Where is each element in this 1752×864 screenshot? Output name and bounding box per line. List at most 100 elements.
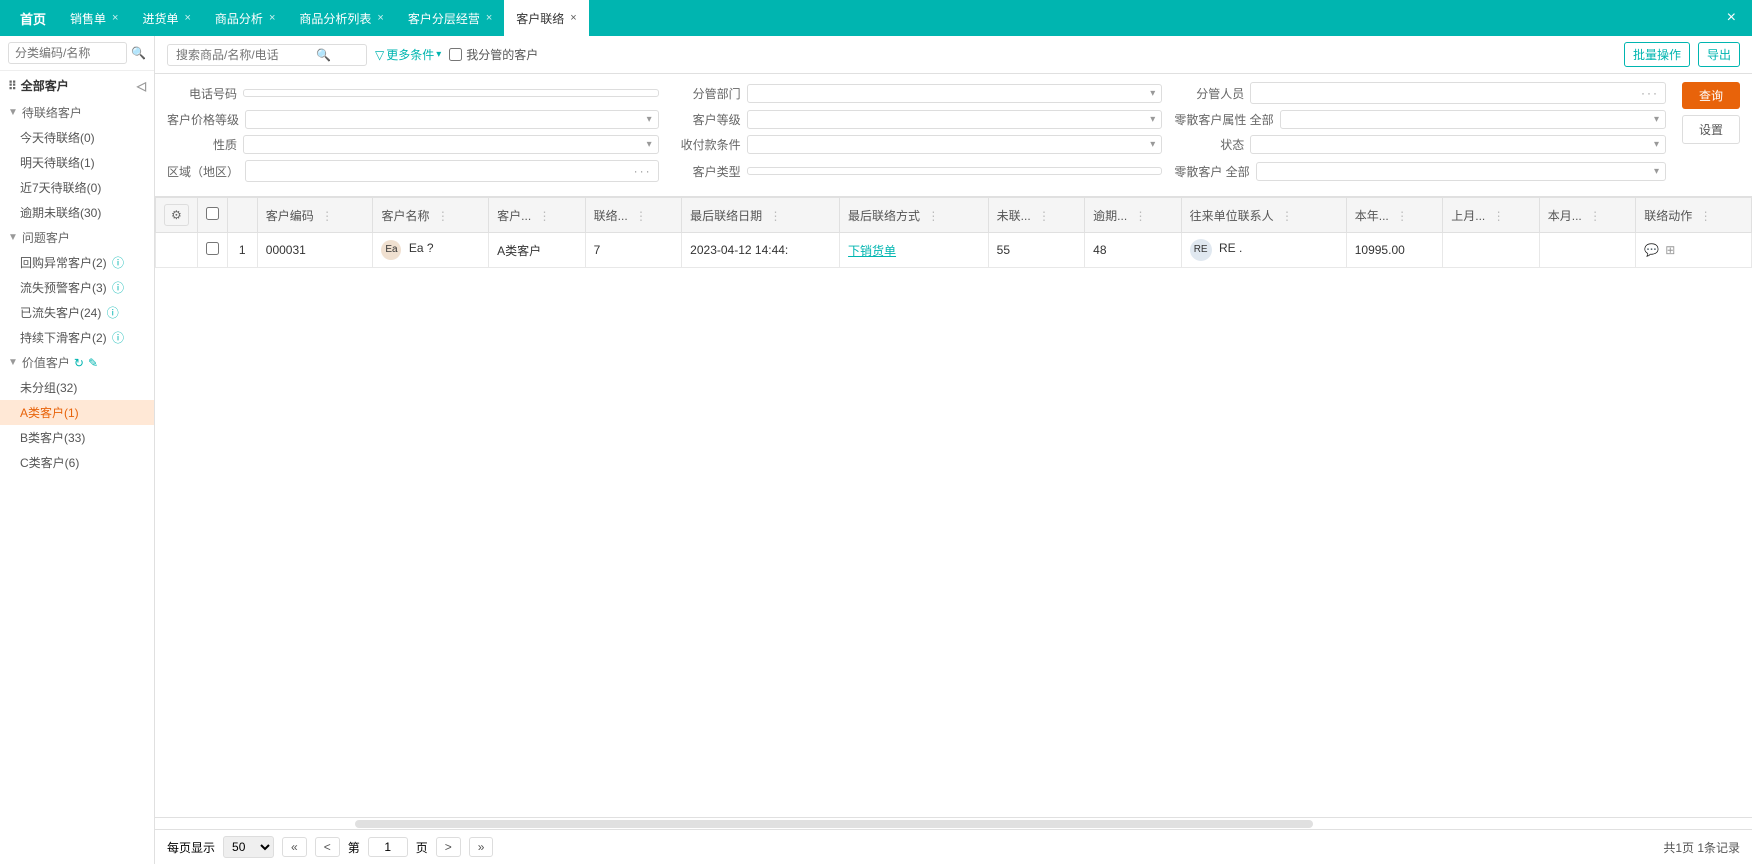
nav-tab-analysis[interactable]: 商品分析 × (203, 0, 287, 36)
col-header-unit-contact[interactable]: 往来单位联系人 ⋮ (1181, 198, 1346, 233)
batch-op-btn[interactable]: 批量操作 (1624, 42, 1690, 67)
close-analysis-list-tab[interactable]: × (377, 12, 383, 24)
row-name[interactable]: Ea Ea ? (373, 233, 489, 268)
col-resizer-code[interactable]: ⋮ (321, 209, 333, 223)
close-purchase-tab[interactable]: × (184, 12, 190, 24)
sidebar-item-class-b[interactable]: B类客户(33) (0, 425, 154, 450)
sidebar-item-abnormal[interactable]: 回购异常客户(2) ⓘ (0, 250, 154, 275)
sidebar-item-tomorrow[interactable]: 明天待联络(1) (0, 150, 154, 175)
nature-select[interactable]: ▾ (243, 135, 659, 154)
col-header-action[interactable]: 联络动作 ⋮ (1636, 198, 1752, 233)
col-header-no-contact[interactable]: 未联... ⋮ (988, 198, 1085, 233)
last-method-link[interactable]: 下销货单 (848, 244, 896, 258)
sidebar-item-class-c[interactable]: C类客户(6) (0, 450, 154, 475)
col-header-check[interactable] (197, 198, 227, 233)
col-resizer-last-date[interactable]: ⋮ (770, 209, 782, 223)
sidebar-item-lost[interactable]: 已流失客户(24) ⓘ (0, 300, 154, 325)
col-header-last-date[interactable]: 最后联络日期 ⋮ (682, 198, 840, 233)
sidebar-item-declining[interactable]: 持续下滑客户(2) ⓘ (0, 325, 154, 350)
filter-search-input[interactable] (176, 48, 316, 62)
scatter-attr-select[interactable]: ▾ (1280, 110, 1666, 129)
col-header-last-month[interactable]: 上月... ⋮ (1443, 198, 1540, 233)
region-input[interactable]: ··· (245, 160, 659, 182)
col-resizer-type[interactable]: ⋮ (539, 209, 551, 223)
dept-select[interactable]: ▾ (747, 84, 1163, 103)
select-all-checkbox[interactable] (206, 207, 219, 220)
my-customers-checkbox[interactable]: 我分管的客户 (449, 46, 538, 63)
nav-tab-customer-segment[interactable]: 客户分层经营 × (396, 0, 504, 36)
sidebar-group-problem[interactable]: ▼ 问题客户 (0, 225, 154, 250)
sidebar-item-at-risk[interactable]: 流失预警客户(3) ⓘ (0, 275, 154, 300)
edit-icon[interactable]: ✎ (88, 356, 98, 370)
row-checkbox[interactable] (206, 242, 219, 255)
close-all-tabs[interactable]: × (1719, 9, 1744, 27)
first-page-btn[interactable]: « (282, 837, 307, 857)
my-customers-check[interactable] (449, 48, 462, 61)
col-resizer-last-month[interactable]: ⋮ (1493, 209, 1505, 223)
next-page-btn[interactable]: > (436, 837, 461, 857)
status-select[interactable]: ▾ (1250, 135, 1666, 154)
nav-tab-purchase[interactable]: 进货单 × (130, 0, 202, 36)
customer-type-input[interactable] (747, 167, 1163, 175)
col-resizer-last-method[interactable]: ⋮ (927, 209, 939, 223)
row-check[interactable] (197, 233, 227, 268)
col-resizer-name[interactable]: ⋮ (437, 209, 449, 223)
col-header-settings[interactable]: ⚙ (156, 198, 198, 233)
col-resizer-this-month[interactable]: ⋮ (1589, 209, 1601, 223)
nav-tab-analysis-list[interactable]: 商品分析列表 × (287, 0, 395, 36)
page-size-select[interactable]: 50 100 200 (223, 836, 274, 858)
nav-tab-customer-contact[interactable]: 客户联络 × (504, 0, 588, 36)
col-header-name[interactable]: 客户名称 ⋮ (373, 198, 489, 233)
prev-page-btn[interactable]: < (315, 837, 340, 857)
action-comment-icon[interactable]: 💬 (1644, 243, 1659, 257)
nav-tab-home[interactable]: 首页 (8, 0, 58, 36)
col-resizer-no-contact[interactable]: ⋮ (1038, 209, 1050, 223)
export-btn[interactable]: 导出 (1698, 42, 1740, 67)
col-resizer-action[interactable]: ⋮ (1700, 209, 1712, 223)
sidebar-item-today[interactable]: 今天待联络(0) (0, 125, 154, 150)
close-segment-tab[interactable]: × (486, 12, 492, 24)
col-header-code[interactable]: 客户编码 ⋮ (257, 198, 373, 233)
column-settings-btn[interactable]: ⚙ (164, 204, 189, 226)
scatter-customer-select[interactable]: ▾ (1256, 162, 1666, 181)
sidebar-collapse-icon[interactable]: ◁ (137, 79, 146, 93)
sidebar-search-icon[interactable]: 🔍 (131, 46, 146, 60)
col-header-this-year[interactable]: 本年... ⋮ (1346, 198, 1443, 233)
customer-level-select[interactable]: ▾ (747, 110, 1163, 129)
phone-input[interactable] (243, 89, 659, 97)
col-resizer-overdue[interactable]: ⋮ (1135, 209, 1147, 223)
col-header-type[interactable]: 客户... ⋮ (489, 198, 586, 233)
sidebar-group-pending[interactable]: ▼ 待联络客户 (0, 100, 154, 125)
more-conditions-btn[interactable]: ▽ 更多条件 ▾ (375, 46, 441, 63)
col-header-this-month[interactable]: 本月... ⋮ (1539, 198, 1636, 233)
payment-select[interactable]: ▾ (747, 135, 1163, 154)
col-header-contact[interactable]: 联络... ⋮ (585, 198, 682, 233)
refresh-icon[interactable]: ↻ (74, 356, 84, 370)
horizontal-scrollbar[interactable] (155, 817, 1752, 829)
action-link-icon[interactable]: ⊞ (1665, 243, 1675, 257)
col-resizer-this-year[interactable]: ⋮ (1396, 209, 1408, 223)
row-last-method[interactable]: 下销货单 (840, 233, 989, 268)
col-resizer-contact[interactable]: ⋮ (635, 209, 647, 223)
manager-input[interactable]: ··· (1250, 82, 1666, 104)
sidebar-item-overdue[interactable]: 逾期未联络(30) (0, 200, 154, 225)
sidebar-item-unclassified[interactable]: 未分组(32) (0, 375, 154, 400)
sidebar-item-class-a[interactable]: A类客户(1) (0, 400, 154, 425)
close-contact-tab[interactable]: × (570, 12, 576, 24)
sidebar-all-customers[interactable]: ⠿ 全部客户 ◁ (0, 71, 154, 100)
filter-search-box[interactable]: 🔍 (167, 44, 367, 66)
query-btn[interactable]: 查询 (1682, 82, 1740, 109)
filter-search-icon[interactable]: 🔍 (316, 48, 331, 62)
scrollbar-thumb[interactable] (355, 820, 1313, 828)
sidebar-search-input[interactable] (8, 42, 127, 64)
close-sales-tab[interactable]: × (112, 12, 118, 24)
sidebar-group-value[interactable]: ▼ 价值客户 ↻ ✎ (0, 350, 154, 375)
page-number-input[interactable] (368, 837, 408, 857)
settings-btn[interactable]: 设置 (1682, 115, 1740, 144)
nav-tab-sales[interactable]: 销售单 × (58, 0, 130, 36)
col-header-overdue[interactable]: 逾期... ⋮ (1085, 198, 1182, 233)
close-analysis-tab[interactable]: × (269, 12, 275, 24)
col-header-last-method[interactable]: 最后联络方式 ⋮ (840, 198, 989, 233)
sidebar-item-7days[interactable]: 近7天待联络(0) (0, 175, 154, 200)
col-resizer-unit-contact[interactable]: ⋮ (1281, 209, 1293, 223)
